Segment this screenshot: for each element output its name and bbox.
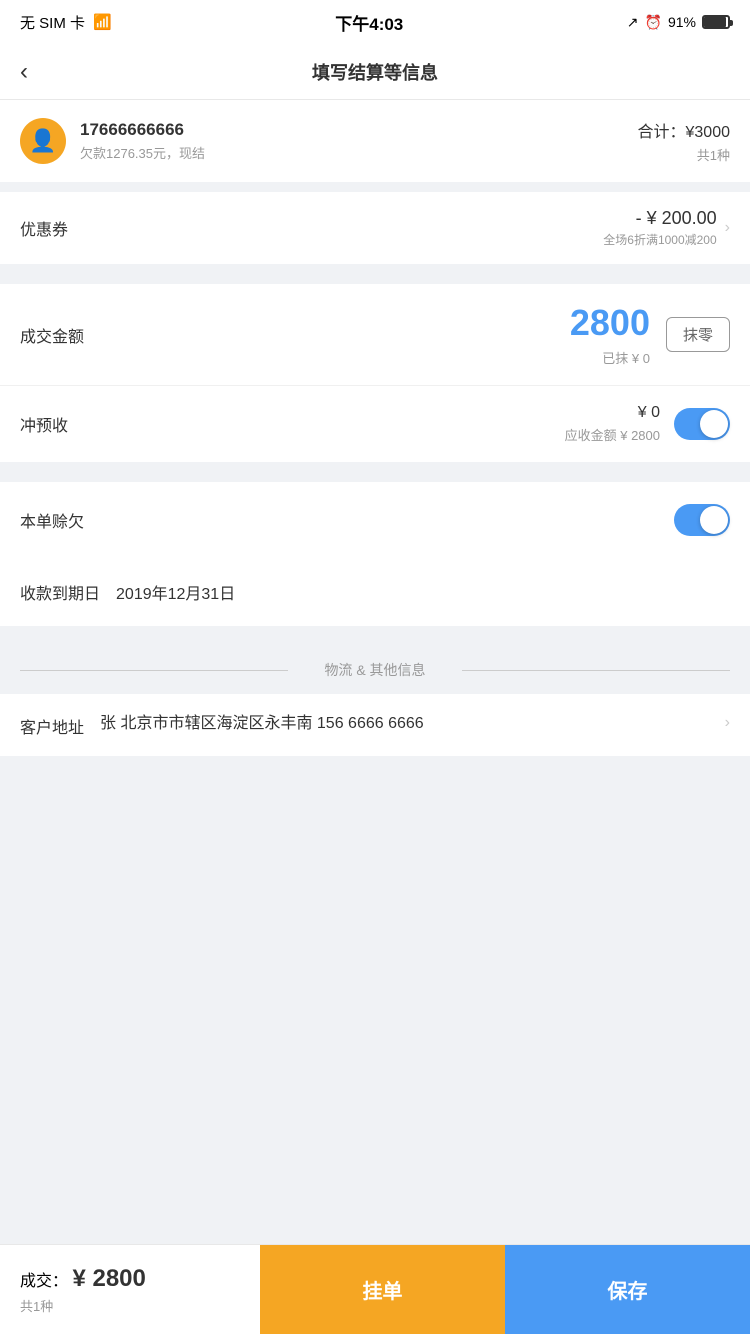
due-date-label: 收款到期日 <box>20 580 100 604</box>
customer-total: 合计：¥3000 <box>637 118 730 142</box>
avatar: 👤 <box>20 118 66 164</box>
advance-row: 冲预收 ¥ 0 应收金额 ¥ 2800 <box>0 386 750 462</box>
advance-toggle[interactable] <box>674 408 730 440</box>
summary-amount: ¥ 2800 <box>72 1265 145 1292</box>
address-label: 客户地址 <box>20 712 84 738</box>
debt-label: 本单赊欠 <box>20 508 84 532</box>
address-value: 张 北京市市辖区海淀区永丰南 156 6666 6666 <box>100 712 725 736</box>
coupon-row[interactable]: 优惠券 - ¥ 200.00 全场6折满1000减200 › <box>0 192 750 264</box>
advance-sub: 应收金额 ¥ 2800 <box>565 425 660 444</box>
page-title: 填写结算等信息 <box>312 59 438 85</box>
advance-label: 冲预收 <box>20 412 68 436</box>
battery-icon <box>702 15 730 29</box>
bottom-summary-label-amount: 成交： ¥ 2800 <box>20 1265 240 1293</box>
due-date-row: 收款到期日 2019年12月31日 <box>0 558 750 626</box>
advance-values: ¥ 0 应收金额 ¥ 2800 <box>565 404 660 444</box>
transaction-amount-area: 2800 已抹 ¥ 0 <box>570 302 650 367</box>
debt-toggle-knob <box>700 506 728 534</box>
section-gap-3 <box>0 636 750 646</box>
status-right: ↗ ⏰ 91% <box>627 14 730 31</box>
debt-toggle[interactable] <box>674 504 730 536</box>
transaction-label: 成交金额 <box>20 323 84 347</box>
chevron-right-icon: › <box>725 219 730 237</box>
debt-section: 本单赊欠 收款到期日 2019年12月31日 <box>0 482 750 626</box>
transaction-amount: 2800 <box>570 302 650 344</box>
alarm-icon: ⏰ <box>645 14 662 31</box>
transaction-right: 2800 已抹 ¥ 0 抹零 <box>570 302 730 367</box>
coupon-right: - ¥ 200.00 全场6折满1000减200 › <box>603 208 730 248</box>
summary-count: 共1种 <box>20 1296 240 1315</box>
section-gap-2 <box>0 472 750 482</box>
bottom-bar: 成交： ¥ 2800 共1种 挂单 保存 <box>0 1244 750 1334</box>
sim-label: 无 SIM 卡 <box>20 12 85 33</box>
transaction-row: 成交金额 2800 已抹 ¥ 0 抹零 <box>0 284 750 386</box>
coupon-desc: 全场6折满1000减200 <box>603 231 716 248</box>
round-zero-button[interactable]: 抹零 <box>666 317 730 352</box>
logistics-divider: 物流 & 其他信息 <box>0 646 750 694</box>
transaction-section: 成交金额 2800 已抹 ¥ 0 抹零 冲预收 ¥ 0 应收金额 ¥ 2800 <box>0 284 750 462</box>
advance-right: ¥ 0 应收金额 ¥ 2800 <box>565 404 730 444</box>
content-area: 👤 17666666666 欠款1276.35元，现结 合计：¥3000 共1种… <box>0 100 750 1046</box>
logistics-label: 物流 & 其他信息 <box>324 660 425 680</box>
nav-bar: ‹ 填写结算等信息 <box>0 44 750 100</box>
customer-info: 17666666666 欠款1276.35元，现结 <box>80 120 205 162</box>
hold-button[interactable]: 挂单 <box>260 1245 505 1334</box>
status-left: 无 SIM 卡 📶 <box>20 12 112 33</box>
section-gap-1 <box>0 274 750 284</box>
coupon-amount: - ¥ 200.00 <box>603 208 716 229</box>
debt-row: 本单赊欠 <box>0 482 750 558</box>
divider-line-left <box>20 670 288 671</box>
customer-phone: 17666666666 <box>80 120 205 140</box>
address-row[interactable]: 客户地址 张 北京市市辖区海淀区永丰南 156 6666 6666 › <box>0 694 750 756</box>
bottom-summary: 成交： ¥ 2800 共1种 <box>0 1265 260 1315</box>
due-date-value: 2019年12月31日 <box>116 580 235 604</box>
summary-label: 成交： <box>20 1273 68 1290</box>
save-button[interactable]: 保存 <box>505 1245 750 1334</box>
back-button[interactable]: ‹ <box>20 58 28 86</box>
customer-right: 合计：¥3000 共1种 <box>637 118 730 164</box>
status-bar: 无 SIM 卡 📶 下午4:03 ↗ ⏰ 91% <box>0 0 750 44</box>
advance-amount: ¥ 0 <box>565 404 660 422</box>
customer-left: 👤 17666666666 欠款1276.35元，现结 <box>20 118 205 164</box>
transaction-sub: 已抹 ¥ 0 <box>570 348 650 367</box>
location-icon: ↗ <box>627 14 639 31</box>
customer-count: 共1种 <box>637 145 730 164</box>
coupon-label: 优惠券 <box>20 216 68 240</box>
customer-debt: 欠款1276.35元，现结 <box>80 143 205 162</box>
battery-percent: 91% <box>668 14 696 30</box>
divider-line-right <box>462 670 730 671</box>
section-gap-4 <box>0 756 750 956</box>
address-chevron-icon: › <box>725 712 730 732</box>
customer-card: 👤 17666666666 欠款1276.35元，现结 合计：¥3000 共1种 <box>0 100 750 182</box>
status-time: 下午4:03 <box>335 10 403 35</box>
coupon-discount: - ¥ 200.00 全场6折满1000减200 <box>603 208 716 248</box>
wifi-icon: 📶 <box>93 13 112 31</box>
toggle-knob <box>700 410 728 438</box>
